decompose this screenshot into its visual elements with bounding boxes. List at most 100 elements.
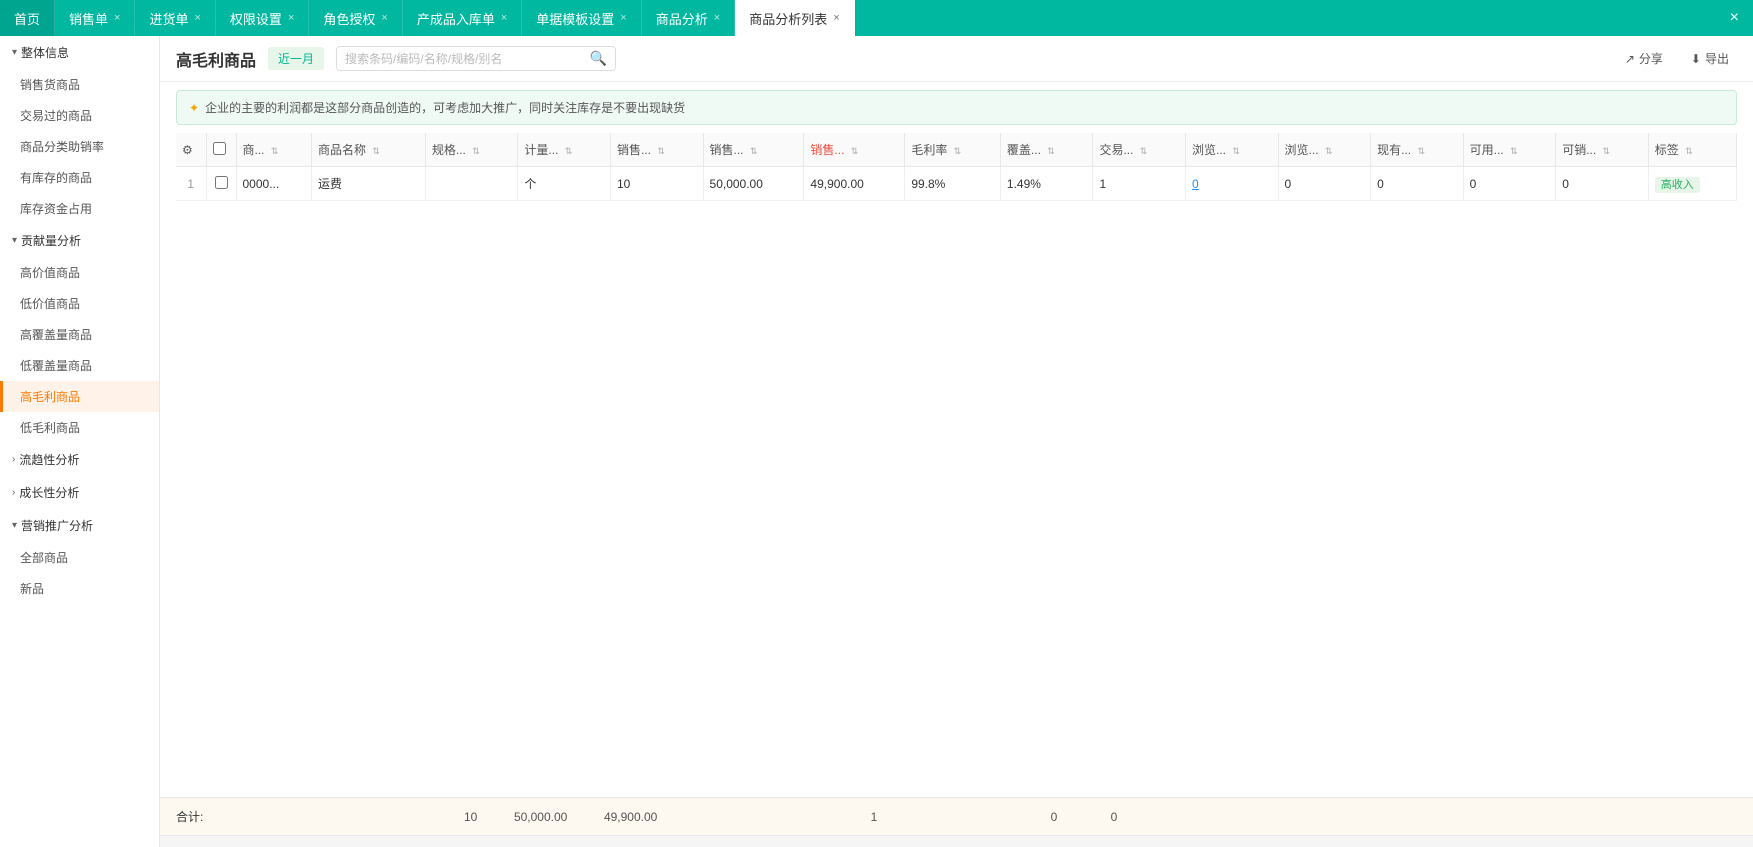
row-coverage: 1.49% — [1000, 167, 1093, 201]
sidebar-item-low-coverage[interactable]: 低覆盖量商品 — [0, 350, 159, 381]
tag-badge: 高收入 — [1655, 177, 1700, 193]
share-button[interactable]: ↗ 分享 — [1617, 46, 1671, 71]
col-code[interactable]: 商... ⇅ — [236, 133, 312, 167]
sidebar-item-stock-capital[interactable]: 库存资金占用 — [0, 193, 159, 224]
row-views2: 0 — [1278, 167, 1371, 201]
sidebar-section-trend[interactable]: › 流趋性分析 — [0, 443, 159, 476]
col-views1[interactable]: 浏览... ⇅ — [1186, 133, 1279, 167]
row-sellable: 0 — [1556, 167, 1649, 201]
row-tag: 高收入 — [1648, 167, 1736, 201]
sidebar-section-overall[interactable]: ▾ 整体信息 — [0, 36, 159, 69]
nav-home[interactable]: 首页 — [0, 0, 55, 36]
nav-purchase-order[interactable]: 进货单 × — [135, 0, 215, 36]
chevron-down-icon: ▾ — [12, 235, 17, 246]
sidebar-item-new-goods[interactable]: 新品 — [0, 573, 159, 604]
row-available: 0 — [1463, 167, 1556, 201]
col-sales-amt[interactable]: 销售... ⇅ — [703, 133, 804, 167]
col-gross-rate[interactable]: 毛利率 ⇅ — [905, 133, 1001, 167]
col-spec[interactable]: 规格... ⇅ — [425, 133, 518, 167]
footer-sales-cost-val: 49,900.00 — [573, 810, 663, 824]
col-tag[interactable]: 标签 ⇅ — [1648, 133, 1736, 167]
nav-role-auth[interactable]: 角色授权 × — [309, 0, 402, 36]
nav-permissions[interactable]: 权限设置 × — [216, 0, 309, 36]
table-wrapper: ⚙ 商... ⇅ 商品名称 ⇅ 规格... ⇅ 计量... ⇅ 销售... ⇅ … — [160, 133, 1753, 797]
footer-transactions-val: 1 — [823, 810, 883, 824]
footer-spacer4 — [883, 810, 943, 824]
search-input[interactable] — [345, 52, 590, 66]
period-button[interactable]: 近一月 — [268, 47, 324, 70]
col-sales-qty[interactable]: 销售... ⇅ — [610, 133, 703, 167]
info-bar: ✦ 企业的主要的利润都是这部分商品创造的，可考虑加大推广，同时关注库存是不要出现… — [176, 90, 1737, 125]
nav-product-analysis-list[interactable]: 商品分析列表 × — [735, 0, 854, 36]
footer-bar: 合计: 10 50,000.00 49,900.00 1 0 0 — [160, 797, 1753, 835]
sidebar-item-category-rate[interactable]: 商品分类助销率 — [0, 131, 159, 162]
sidebar-section-growth[interactable]: › 成长性分析 — [0, 476, 159, 509]
col-sellable[interactable]: 可销... ⇅ — [1556, 133, 1649, 167]
close-icon[interactable]: × — [620, 12, 626, 24]
chevron-right-icon: › — [12, 454, 15, 465]
sidebar-section-contribution[interactable]: ▾ 贡献量分析 — [0, 224, 159, 257]
row-checkbox-cell — [206, 167, 236, 201]
col-available[interactable]: 可用... ⇅ — [1463, 133, 1556, 167]
col-views2[interactable]: 浏览... ⇅ — [1278, 133, 1371, 167]
row-code: 0000... — [236, 167, 312, 201]
bottom-scrollbar[interactable] — [160, 835, 1753, 847]
close-icon[interactable]: × — [714, 12, 720, 24]
nav-product-analysis[interactable]: 商品分析 × — [642, 0, 735, 36]
export-button[interactable]: ⬇ 导出 — [1683, 46, 1737, 71]
top-navigation: 首页 销售单 × 进货单 × 权限设置 × 角色授权 × 产成品入库单 × 单据… — [0, 0, 1753, 36]
content-header: 高毛利商品 近一月 🔍 ↗ 分享 ⬇ 导出 — [160, 36, 1753, 82]
close-icon[interactable]: × — [833, 12, 839, 24]
sidebar-item-stock-goods[interactable]: 有库存的商品 — [0, 162, 159, 193]
sidebar-item-low-value[interactable]: 低价值商品 — [0, 288, 159, 319]
nav-sales-order[interactable]: 销售单 × — [55, 0, 135, 36]
sidebar-item-sales-goods[interactable]: 销售货商品 — [0, 69, 159, 100]
close-all-button[interactable]: × — [1716, 0, 1753, 36]
nav-product-stock[interactable]: 产成品入库单 × — [403, 0, 522, 36]
col-current[interactable]: 现有... ⇅ — [1371, 133, 1464, 167]
col-transactions[interactable]: 交易... ⇅ — [1093, 133, 1186, 167]
col-checkbox — [206, 133, 236, 167]
col-name[interactable]: 商品名称 ⇅ — [312, 133, 426, 167]
close-icon[interactable]: × — [114, 12, 120, 24]
select-all-checkbox[interactable] — [213, 142, 226, 155]
col-settings[interactable]: ⚙ — [176, 133, 206, 167]
close-icon[interactable]: × — [501, 12, 507, 24]
close-icon[interactable]: × — [288, 12, 294, 24]
sidebar-collapse-button[interactable]: « — [159, 442, 160, 482]
sidebar-section-marketing[interactable]: ▾ 营销推广分析 — [0, 509, 159, 542]
footer-current-val: 0 — [1003, 810, 1063, 824]
content-area: 高毛利商品 近一月 🔍 ↗ 分享 ⬇ 导出 ✦ 企业的主要的利润都是这部分商品创… — [160, 36, 1753, 847]
chevron-down-icon: ▾ — [12, 47, 17, 58]
col-sales-cost[interactable]: 销售... ⇅ — [804, 133, 905, 167]
export-icon: ⬇ — [1691, 52, 1701, 66]
row-num: 1 — [176, 167, 206, 201]
close-icon[interactable]: × — [194, 12, 200, 24]
nav-template-settings[interactable]: 单据模板设置 × — [522, 0, 641, 36]
page-title: 高毛利商品 — [176, 47, 256, 71]
footer-spacer5 — [943, 810, 1003, 824]
sidebar-item-all-goods[interactable]: 全部商品 — [0, 542, 159, 573]
views1-link[interactable]: 0 — [1192, 177, 1199, 191]
sidebar-item-high-value[interactable]: 高价值商品 — [0, 257, 159, 288]
col-unit[interactable]: 计量... ⇅ — [518, 133, 611, 167]
sidebar-item-high-coverage[interactable]: 高覆盖量商品 — [0, 319, 159, 350]
chevron-down-icon: ▾ — [12, 520, 17, 531]
footer-cols: 10 50,000.00 49,900.00 1 0 0 — [243, 810, 1123, 824]
footer-spacer3 — [743, 810, 823, 824]
sidebar-item-low-margin[interactable]: 低毛利商品 — [0, 412, 159, 443]
info-icon: ✦ — [189, 101, 199, 115]
footer-spacer1 — [363, 810, 423, 824]
sidebar-item-high-margin[interactable]: 高毛利商品 — [0, 381, 159, 412]
row-spec — [425, 167, 518, 201]
sidebar-item-traded-goods[interactable]: 交易过的商品 — [0, 100, 159, 131]
row-unit: 个 — [518, 167, 611, 201]
col-coverage[interactable]: 覆盖... ⇅ — [1000, 133, 1093, 167]
row-checkbox[interactable] — [215, 176, 228, 189]
search-icon[interactable]: 🔍 — [590, 50, 607, 67]
close-icon[interactable]: × — [381, 12, 387, 24]
row-sales-cost: 49,900.00 — [804, 167, 905, 201]
table-row: 1 0000... 运费 个 10 50,000.00 49,900.00 99… — [176, 167, 1737, 201]
sidebar: « ▾ 整体信息 销售货商品 交易过的商品 商品分类助销率 有库存的商品 库存资… — [0, 36, 160, 847]
search-box: 🔍 — [336, 46, 616, 71]
